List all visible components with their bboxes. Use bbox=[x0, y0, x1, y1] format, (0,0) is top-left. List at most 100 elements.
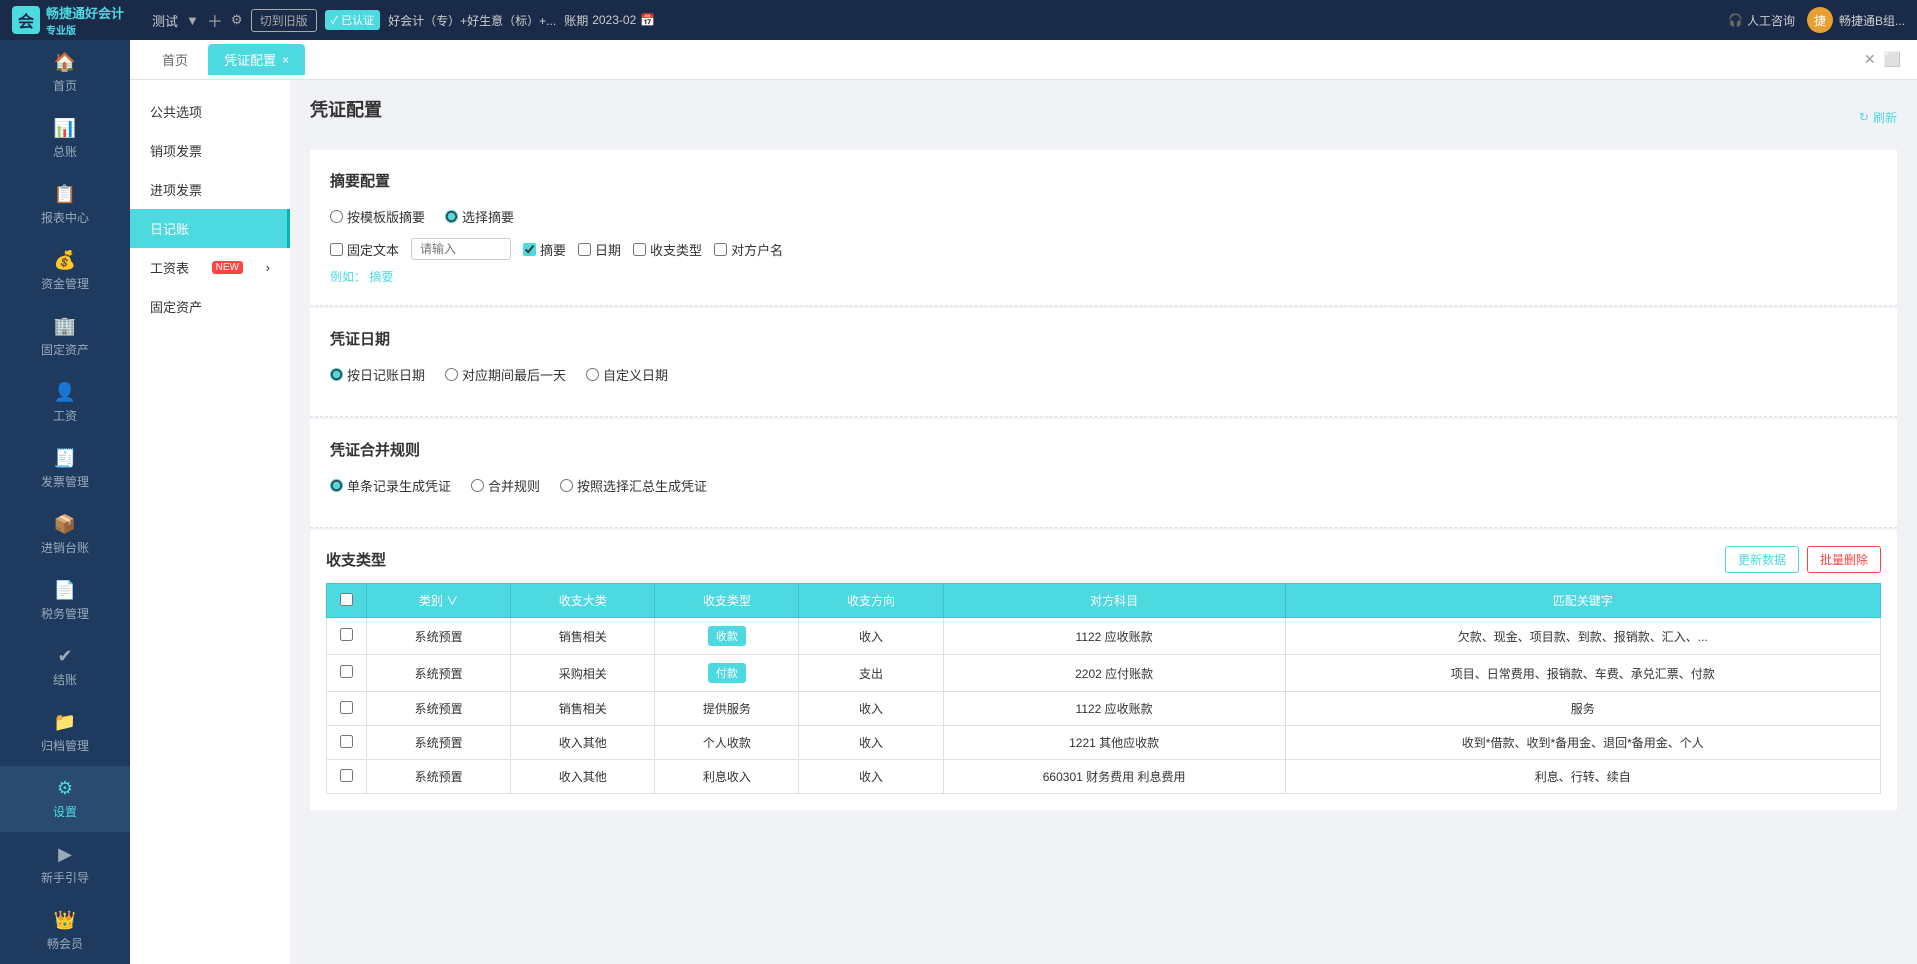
salary-icon: 👤 bbox=[54, 382, 76, 403]
tab-close-icon[interactable]: × bbox=[282, 53, 289, 67]
settings-icon[interactable]: ⚙ bbox=[231, 12, 243, 28]
sidebar-item-home[interactable]: 🏠 首页 bbox=[0, 40, 130, 106]
sidebar-item-guide[interactable]: ▶ 新手引导 bbox=[0, 832, 130, 898]
summary-section: 摘要配置 按模板版摘要 选择摘要 bbox=[310, 150, 1897, 306]
row-keywords: 服务 bbox=[1285, 692, 1880, 726]
app-logo: 会 畅捷通好会计 专业版 bbox=[12, 3, 142, 37]
row-checkbox-cell bbox=[327, 760, 367, 794]
firm-dropdown-icon[interactable]: ▼ bbox=[186, 13, 199, 28]
sidebar-item-member[interactable]: 👑 畅会员 bbox=[0, 898, 130, 964]
switch-version-button[interactable]: 切到旧版 bbox=[251, 9, 317, 32]
radio-merge-rule[interactable]: 合并规则 bbox=[471, 476, 540, 495]
checkbox-date[interactable]: 日期 bbox=[578, 240, 621, 259]
table-row: 系统预置 采购相关 付款 支出 2202 应付账款 项目、日常费用、报销款、车费… bbox=[327, 655, 1881, 692]
left-menu-item-journal[interactable]: 日记账 bbox=[130, 209, 290, 248]
row-checkbox-cell bbox=[327, 692, 367, 726]
batch-delete-button[interactable]: 批量删除 bbox=[1807, 546, 1881, 573]
checkbox-summary[interactable]: 摘要 bbox=[523, 240, 566, 259]
left-menu-item-fixed-assets[interactable]: 固定资产 bbox=[130, 287, 290, 326]
sidebar-item-archive[interactable]: 📁 归档管理 bbox=[0, 700, 130, 766]
type-tag-button[interactable]: 收款 bbox=[708, 626, 746, 646]
row-checkbox[interactable] bbox=[340, 665, 353, 678]
new-badge: NEW bbox=[212, 261, 243, 274]
sidebar-item-assets[interactable]: 🏢 固定资产 bbox=[0, 304, 130, 370]
top-bar: 会 畅捷通好会计 专业版 测试 ▼ ＋ ⚙ 切到旧版 ✓ 已认证 好会计（专）+… bbox=[0, 0, 1917, 40]
fixed-text-input[interactable] bbox=[411, 238, 511, 260]
service-button[interactable]: 🎧 人工咨询 bbox=[1728, 12, 1795, 29]
radio-custom-date[interactable]: 自定义日期 bbox=[586, 365, 668, 384]
calendar-icon[interactable]: 📅 bbox=[640, 13, 655, 27]
radio-period-last-day[interactable]: 对应期间最后一天 bbox=[445, 365, 566, 384]
ledger-icon: 📊 bbox=[54, 118, 76, 139]
left-menu-item-sales-invoice[interactable]: 销项发票 bbox=[130, 131, 290, 170]
checkbox-fixed-text[interactable]: 固定文本 bbox=[330, 240, 399, 259]
sidebar-item-reports[interactable]: 📋 报表中心 bbox=[0, 172, 130, 238]
row-category: 系统预置 bbox=[367, 692, 511, 726]
radio-aggregate[interactable]: 按照选择汇总生成凭证 bbox=[560, 476, 707, 495]
table-row: 系统预置 收入其他 个人收款 收入 1221 其他应收款 收到*借款、收到*备用… bbox=[327, 726, 1881, 760]
left-menu-item-public[interactable]: 公共选项 bbox=[130, 92, 290, 131]
tab-bar-right: ✕ ⬜ bbox=[1864, 51, 1901, 68]
update-data-button[interactable]: 更新数据 bbox=[1725, 546, 1799, 573]
sidebar-item-tax[interactable]: 📄 税务管理 bbox=[0, 568, 130, 634]
row-account: 1221 其他应收款 bbox=[943, 726, 1285, 760]
table-row: 系统预置 收入其他 利息收入 收入 660301 财务费用 利息费用 利息、行转… bbox=[327, 760, 1881, 794]
sidebar-item-ledger[interactable]: 📊 总账 bbox=[0, 106, 130, 172]
radio-single-record[interactable]: 单条记录生成凭证 bbox=[330, 476, 451, 495]
radio-template[interactable]: 按模板版摘要 bbox=[330, 207, 425, 226]
row-major-type: 采购相关 bbox=[511, 655, 655, 692]
tab-close-button[interactable]: ✕ bbox=[1864, 51, 1876, 68]
row-keywords: 利息、行转、续自 bbox=[1285, 760, 1880, 794]
sidebar-item-purchase[interactable]: 📦 进销台账 bbox=[0, 502, 130, 568]
row-direction: 收入 bbox=[799, 692, 943, 726]
row-checkbox-cell bbox=[327, 655, 367, 692]
edition-info-badge: 好会计（专）+好生意（标）+... bbox=[388, 12, 556, 29]
settle-icon: ✔ bbox=[57, 646, 72, 667]
refresh-icon: ↻ bbox=[1859, 110, 1869, 124]
left-menu-item-payroll[interactable]: 工资表 NEW › bbox=[130, 248, 290, 287]
sidebar-item-settings[interactable]: ⚙ 设置 bbox=[0, 766, 130, 832]
tab-home[interactable]: 首页 bbox=[146, 44, 204, 75]
reports-icon: 📋 bbox=[54, 184, 76, 205]
row-checkbox[interactable] bbox=[340, 735, 353, 748]
sidebar-item-salary[interactable]: 👤 工资 bbox=[0, 370, 130, 436]
merge-section-title: 凭证合并规则 bbox=[330, 439, 1877, 460]
tax-icon: 📄 bbox=[54, 580, 76, 601]
date-section: 凭证日期 按日记账日期 对应期间最后一天 自定义日期 bbox=[310, 308, 1897, 417]
main-layout: 🏠 首页 📊 总账 📋 报表中心 💰 资金管理 🏢 固定资产 👤 工资 🧾 发票… bbox=[0, 40, 1917, 964]
user-menu[interactable]: 捷 畅捷通B组... bbox=[1807, 7, 1905, 33]
select-all-checkbox[interactable] bbox=[340, 593, 353, 606]
sidebar-item-settle[interactable]: ✔ 结账 bbox=[0, 634, 130, 700]
row-direction: 收入 bbox=[799, 618, 943, 655]
tab-maximize-button[interactable]: ⬜ bbox=[1884, 51, 1901, 68]
checkbox-income-type[interactable]: 收支类型 bbox=[633, 240, 702, 259]
row-major-type: 收入其他 bbox=[511, 760, 655, 794]
row-checkbox[interactable] bbox=[340, 628, 353, 641]
radio-journal-date[interactable]: 按日记账日期 bbox=[330, 365, 425, 384]
app-edition: 专业版 bbox=[46, 22, 124, 37]
sidebar-item-funds[interactable]: 💰 资金管理 bbox=[0, 238, 130, 304]
row-account: 1122 应收账款 bbox=[943, 618, 1285, 655]
sidebar: 🏠 首页 📊 总账 📋 报表中心 💰 资金管理 🏢 固定资产 👤 工资 🧾 发票… bbox=[0, 40, 130, 964]
purchase-icon: 📦 bbox=[54, 514, 76, 535]
checkbox-counterparty[interactable]: 对方户名 bbox=[714, 240, 783, 259]
refresh-button[interactable]: ↻ 刷新 bbox=[1859, 109, 1897, 126]
type-tag-button[interactable]: 付款 bbox=[708, 663, 746, 683]
left-menu-item-purchase-invoice[interactable]: 进项发票 bbox=[130, 170, 290, 209]
sidebar-item-invoices[interactable]: 🧾 发票管理 bbox=[0, 436, 130, 502]
row-category: 系统预置 bbox=[367, 618, 511, 655]
income-expense-table: 类别 ∨ 收支大类 收支类型 收支方向 bbox=[326, 583, 1881, 794]
row-checkbox[interactable] bbox=[340, 769, 353, 782]
page-container: 公共选项 销项发票 进项发票 日记账 工资表 NEW › 固定资产 bbox=[130, 80, 1917, 964]
payroll-arrow-icon: › bbox=[266, 260, 270, 275]
date-section-title: 凭证日期 bbox=[330, 328, 1877, 349]
tab-bar: 首页 凭证配置 × ✕ ⬜ bbox=[130, 40, 1917, 80]
radio-select[interactable]: 选择摘要 bbox=[445, 207, 514, 226]
row-checkbox[interactable] bbox=[340, 701, 353, 714]
th-category: 类别 ∨ bbox=[367, 584, 511, 618]
row-direction: 支出 bbox=[799, 655, 943, 692]
add-button[interactable]: ＋ bbox=[207, 8, 223, 32]
tab-voucher-config[interactable]: 凭证配置 × bbox=[208, 44, 305, 75]
th-checkbox bbox=[327, 584, 367, 618]
row-keywords: 收到*借款、收到*备用金、退回*备用金、个人 bbox=[1285, 726, 1880, 760]
